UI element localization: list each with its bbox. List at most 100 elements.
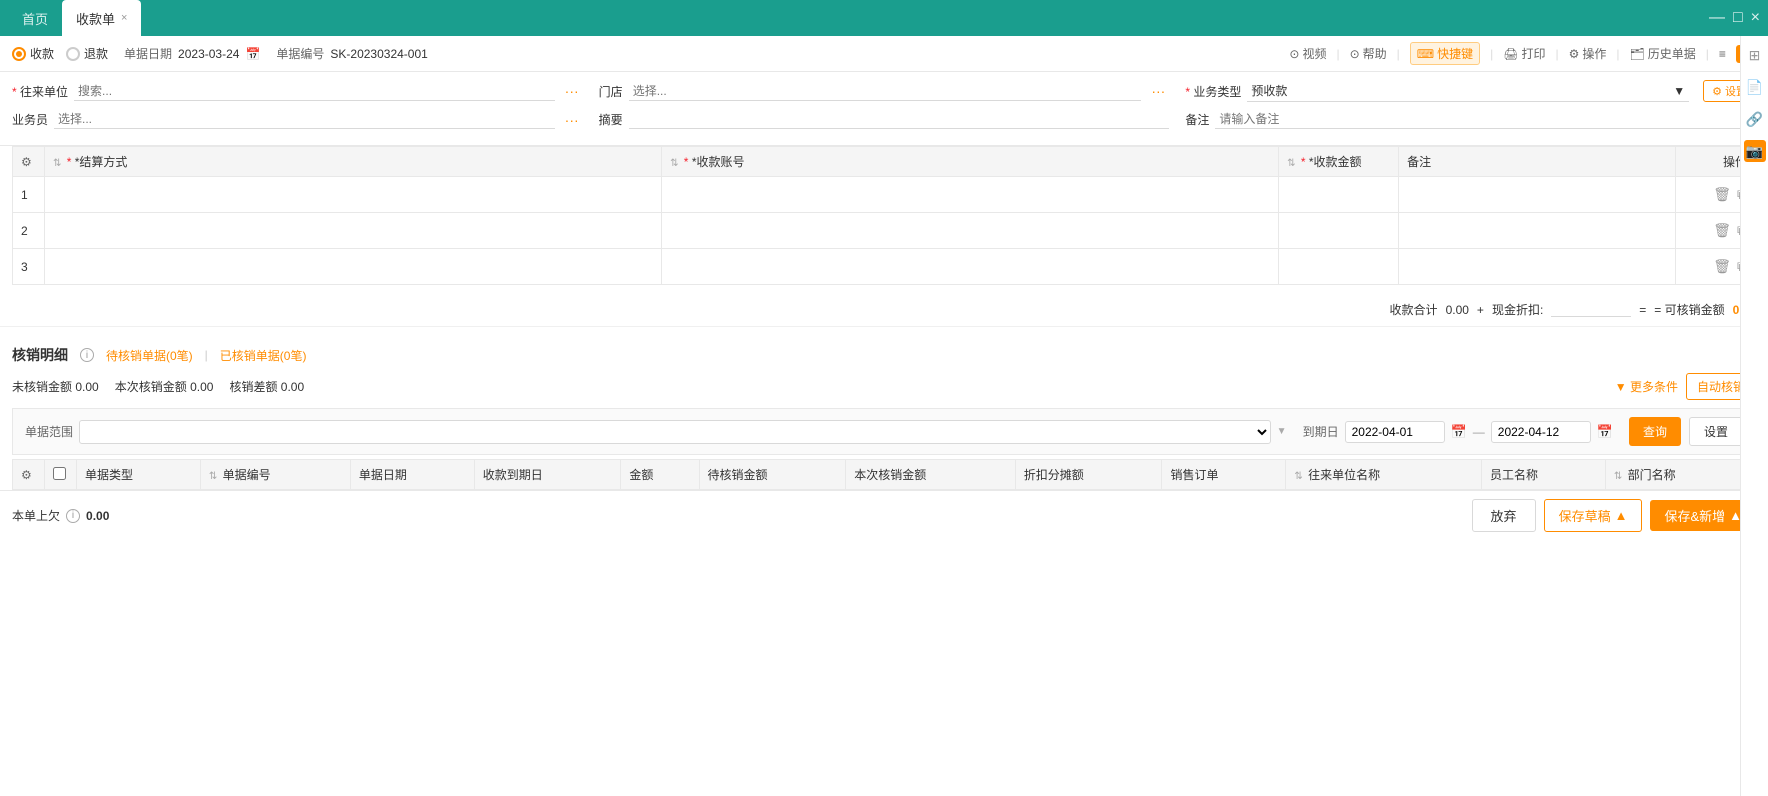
vcol-counterparty: ⇅ 往来单位名称 <box>1286 460 1482 490</box>
query-btn[interactable]: 查询 <box>1629 417 1681 446</box>
calendar-from-icon[interactable]: 📅 <box>1451 424 1467 440</box>
radio-receipt[interactable]: 收款 <box>12 45 54 62</box>
row-amount-1[interactable] <box>1279 177 1399 213</box>
staff-input[interactable] <box>54 110 555 129</box>
row-remark-3[interactable] <box>1399 249 1676 285</box>
per-order-info-icon[interactable]: i <box>66 509 80 523</box>
operation-btn[interactable]: ⚙ 操作 <box>1569 45 1607 62</box>
pending-tab[interactable]: 待核销单据(0笔) <box>106 347 193 364</box>
due-date-label: 到期日 <box>1303 423 1339 440</box>
row-amount-2[interactable] <box>1279 213 1399 249</box>
right-sidebar: ⊞ 📄 🔗 📷 <box>1740 36 1768 796</box>
row-remark-1[interactable] <box>1399 177 1676 213</box>
counterparty-input[interactable] <box>74 82 555 101</box>
minimize-btn[interactable]: — <box>1709 9 1725 27</box>
save-draft-btn[interactable]: 保存草稿 ▲ <box>1544 499 1643 532</box>
save-draft-chevron[interactable]: ▲ <box>1615 508 1628 523</box>
calendar-icon[interactable]: 📅 <box>245 47 260 61</box>
remark-input[interactable] <box>1215 110 1756 129</box>
calendar-to-icon[interactable]: 📅 <box>1597 424 1613 440</box>
bottom-left: 本单上欠 i 0.00 <box>12 507 109 524</box>
staff-label: 业务员 <box>12 111 48 128</box>
row-account-1[interactable] <box>662 177 1279 213</box>
verify-gear-icon[interactable]: ⚙ <box>21 468 32 482</box>
abandon-btn[interactable]: 放弃 <box>1472 499 1536 532</box>
row-settlement-2[interactable] <box>45 213 662 249</box>
receipt-type-group: 收款 退款 <box>12 45 108 62</box>
row-remark-2[interactable] <box>1399 213 1676 249</box>
close-btn[interactable]: × <box>1751 9 1760 27</box>
date-from-input[interactable] <box>1345 421 1445 443</box>
diff-stat: 核销差额 0.00 <box>229 378 304 395</box>
delete-icon-3[interactable]: 🗑 <box>1713 258 1731 275</box>
vcol-sales-order: 销售订单 <box>1162 460 1286 490</box>
range-chevron: ▼ <box>1277 426 1287 437</box>
maximize-btn[interactable]: □ <box>1733 9 1743 27</box>
summary-field: 摘要 <box>599 110 1170 129</box>
layout-btn1[interactable]: ≡ <box>1719 47 1726 61</box>
result-label: = 可核销金额 <box>1654 301 1724 318</box>
help-btn[interactable]: ⊙ 帮助 <box>1350 45 1387 62</box>
delete-icon-1[interactable]: 🗑 <box>1713 186 1731 203</box>
col-gear[interactable]: ⚙ <box>13 147 45 177</box>
vcol-discount: 折扣分摊额 <box>1015 460 1162 490</box>
date-to-input[interactable] <box>1491 421 1591 443</box>
vcol-staff: 员工名称 <box>1482 460 1606 490</box>
tab-close-icon[interactable]: × <box>121 12 127 24</box>
filter-settings-btn[interactable]: 设置 <box>1689 417 1743 446</box>
more-conditions-btn[interactable]: ▼ 更多条件 <box>1615 378 1678 395</box>
counterparty-more-btn[interactable]: ··· <box>561 83 583 99</box>
done-tab[interactable]: 已核销单据(0笔) <box>220 347 307 364</box>
history-btn[interactable]: 🗂 历史单据 <box>1630 45 1696 62</box>
vcol-doc-date: 单据日期 <box>350 460 474 490</box>
video-btn[interactable]: ⊙ 视频 <box>1289 45 1326 62</box>
tab-receipt[interactable]: 收款单 × <box>62 0 141 36</box>
store-input[interactable] <box>629 82 1142 101</box>
row-settlement-3[interactable] <box>45 249 662 285</box>
form-area: 往来单位 ··· 门店 ··· 业务类型 预收款 ▼ ⚙ 设置 <box>0 72 1768 146</box>
range-label: 单据范围 <box>25 423 73 440</box>
shortcut-btn[interactable]: ⌨ 快捷键 <box>1410 42 1480 65</box>
bottom-bar: 本单上欠 i 0.00 放弃 保存草稿 ▲ 保存&新增 ▲ <box>0 490 1768 540</box>
verify-info-icon[interactable]: i <box>80 348 94 362</box>
store-label: 门店 <box>599 83 623 100</box>
range-select[interactable] <box>79 420 1271 444</box>
discount-input[interactable] <box>1551 302 1631 317</box>
business-type-label: 业务类型 <box>1185 83 1241 100</box>
business-type-select[interactable]: 预收款 ▼ <box>1247 80 1689 102</box>
shortcut-icon: ⌨ <box>1417 47 1434 61</box>
settings-icon: ⚙ <box>1712 86 1722 98</box>
row-no-1: 1 <box>13 177 45 213</box>
summary-input[interactable] <box>629 110 1170 129</box>
col-remark: 备注 <box>1399 147 1676 177</box>
per-order-label: 本单上欠 <box>12 507 60 524</box>
vcol-doc-no: ⇅ 单据编号 <box>200 460 350 490</box>
table-gear-icon[interactable]: ⚙ <box>21 155 32 169</box>
row-amount-3[interactable] <box>1279 249 1399 285</box>
row-account-3[interactable] <box>662 249 1279 285</box>
radio-refund[interactable]: 退款 <box>66 45 108 62</box>
counterparty-field: 往来单位 ··· <box>12 82 583 101</box>
row-account-2[interactable] <box>662 213 1279 249</box>
sidebar-camera-icon[interactable]: 📷 <box>1744 140 1766 162</box>
tab-separator: | <box>205 348 208 362</box>
receipt-table: ⚙ ⇅ *结算方式 ⇅ *收款账号 ⇅ *收款金额 备注 <box>12 146 1756 285</box>
staff-more-btn[interactable]: ··· <box>561 112 583 128</box>
doc-date-info: 单据日期 2023-03-24 📅 <box>124 45 260 62</box>
row-no-3: 3 <box>13 249 45 285</box>
remark-label: 备注 <box>1185 111 1209 128</box>
vcol-gear[interactable]: ⚙ <box>13 460 45 490</box>
store-more-btn[interactable]: ··· <box>1147 83 1169 99</box>
sidebar-doc-icon[interactable]: 📄 <box>1744 76 1766 98</box>
operation-icon: ⚙ <box>1569 47 1580 61</box>
sidebar-link-icon[interactable]: 🔗 <box>1744 108 1766 130</box>
toolbar-right: ⊙ 视频 | ⊙ 帮助 | ⌨ 快捷键 | 🖨 打印 | ⚙ 操作 <box>1289 42 1756 65</box>
delete-icon-2[interactable]: 🗑 <box>1713 222 1731 239</box>
print-btn[interactable]: 🖨 打印 <box>1503 45 1545 62</box>
tab-home[interactable]: 首页 <box>8 0 62 36</box>
store-field: 门店 ··· <box>599 82 1170 101</box>
row-settlement-1[interactable] <box>45 177 662 213</box>
sidebar-table-icon[interactable]: ⊞ <box>1744 44 1766 66</box>
select-all-checkbox[interactable] <box>53 467 66 480</box>
col-amount: ⇅ *收款金额 <box>1279 147 1399 177</box>
